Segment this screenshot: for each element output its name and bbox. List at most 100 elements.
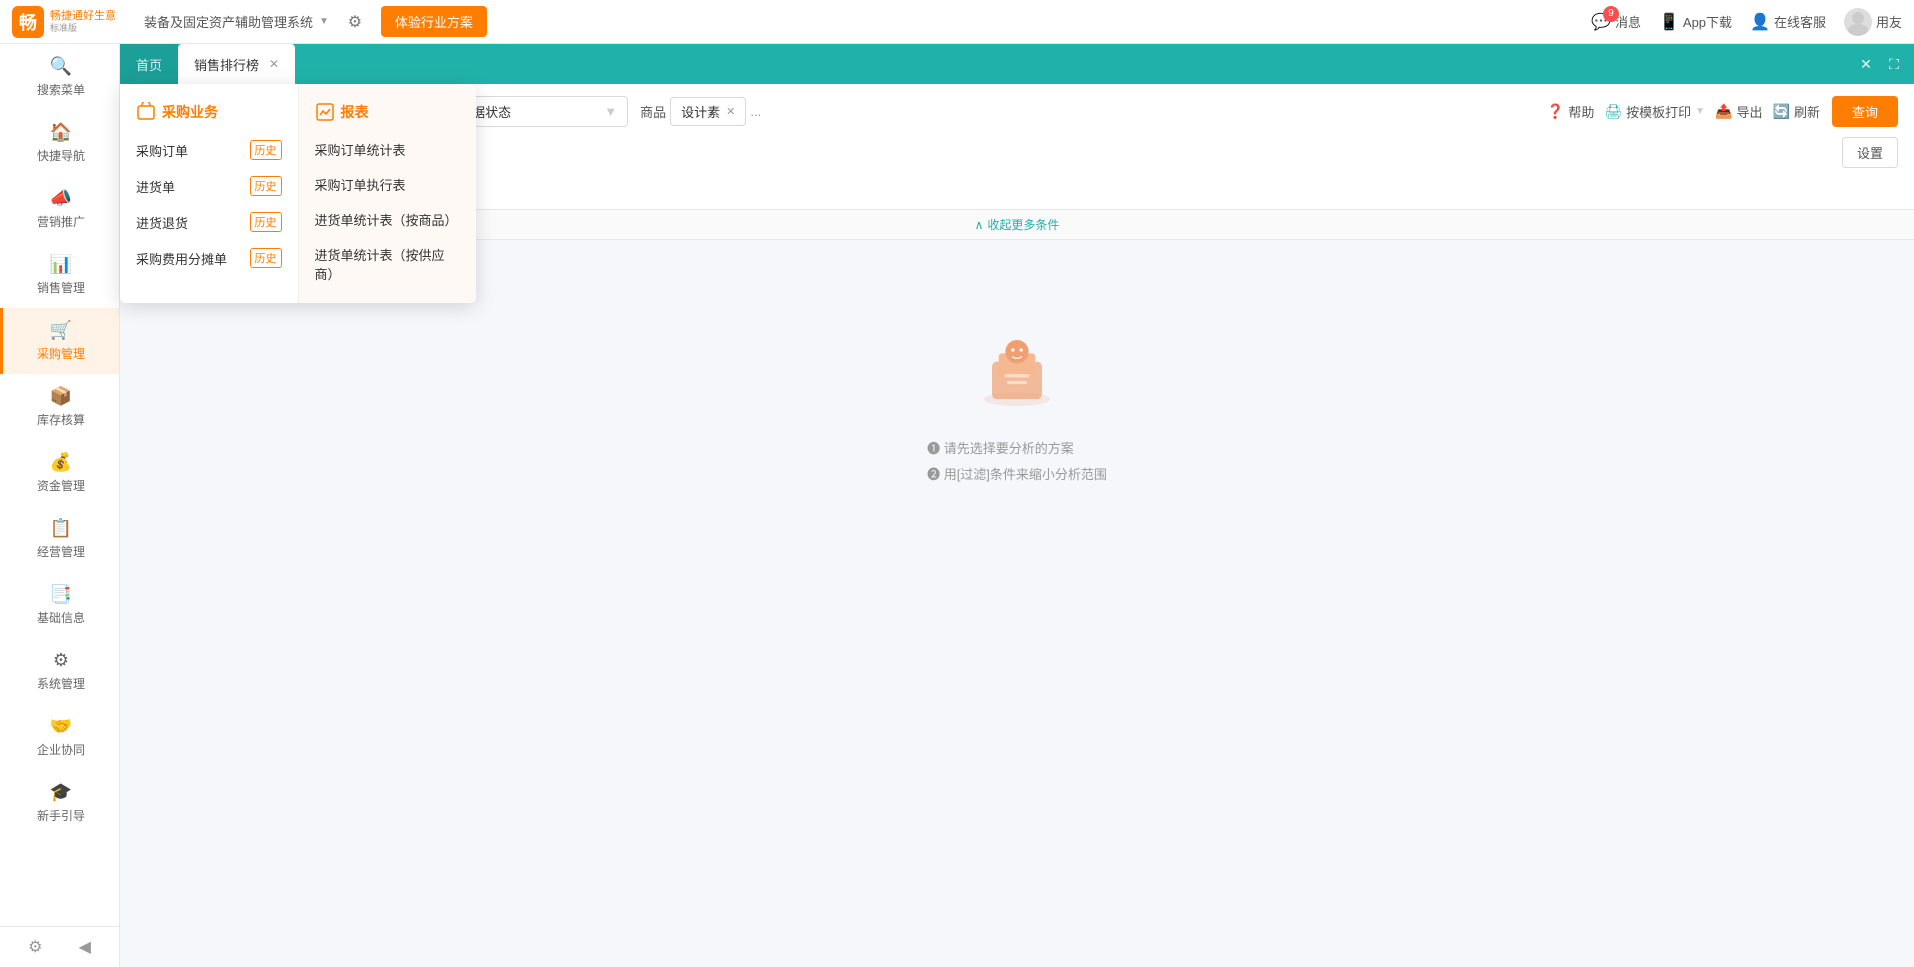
inbound-return-label: 进货退货 (136, 213, 188, 232)
dropdown-item-inbound-stats-supplier[interactable]: 进货单统计表（按供应商） (299, 237, 477, 291)
dropdown-item-order-exec[interactable]: 采购订单执行表 (299, 167, 477, 202)
order-stats-label: 采购订单统计表 (315, 140, 406, 159)
system-title-text: 装备及固定资产辅助管理系统 (144, 12, 313, 31)
tab-home[interactable]: 首页 (120, 44, 178, 84)
sidebar-collapse-btn[interactable]: ◀ (79, 937, 91, 957)
sidebar-item-quick-nav[interactable]: 🏠 快捷导航 (0, 110, 119, 176)
refresh-label: 刷新 (1794, 102, 1820, 121)
purchase-dropdown-menu: 采购业务 采购订单 历史 进货单 历史 进货退货 历史 采购费用分摊单 历史 报… (120, 84, 476, 303)
user-label: 用友 (1876, 12, 1902, 31)
settings-button[interactable]: 设置 (1842, 137, 1898, 168)
sidebar-label-enterprise: 企业协同 (37, 741, 85, 758)
report-col-icon (315, 102, 335, 122)
purchase-icon: 🛒 (50, 320, 72, 341)
toolbar-right-2: 设置 (1842, 137, 1898, 168)
query-button[interactable]: 查询 (1832, 96, 1898, 127)
logo-icon: 畅 (12, 6, 44, 38)
inventory-icon: 📦 (50, 386, 72, 407)
dropdown-item-purchase-order[interactable]: 采购订单 历史 (120, 132, 298, 168)
sidebar-item-finance[interactable]: 💰 资金管理 (0, 440, 119, 506)
marketing-icon: 📣 (50, 188, 72, 209)
sidebar-item-purchase[interactable]: 🛒 采购管理 (0, 308, 119, 374)
product-tag: 设计素 ✕ (670, 97, 746, 126)
export-button[interactable]: 📤 导出 (1715, 102, 1762, 121)
purchase-order-history: 历史 (250, 140, 282, 160)
sidebar-label-search: 搜索菜单 (37, 81, 85, 98)
product-tag-close[interactable]: ✕ (726, 105, 735, 118)
sales-icon: 📊 (50, 254, 72, 275)
tab-close-button[interactable]: ✕ (1854, 52, 1878, 76)
sidebar-settings-btn[interactable]: ⚙ (28, 937, 42, 957)
purchase-expense-label: 采购费用分摊单 (136, 249, 227, 268)
finance-icon: 💰 (50, 452, 72, 473)
help-button[interactable]: ❓ 帮助 (1547, 102, 1594, 121)
product-tag-text: 设计素 (681, 102, 720, 121)
tab-sales-rank-label: 销售排行榜 (194, 55, 259, 74)
inbound-return-history: 历史 (250, 212, 282, 232)
message-badge: 9 (1603, 6, 1619, 22)
online-service-button[interactable]: 👤 在线客服 (1750, 12, 1826, 32)
help-label: 帮助 (1568, 102, 1594, 121)
tab-close-icon[interactable]: ✕ (269, 57, 279, 71)
sidebar-item-inventory[interactable]: 📦 库存核算 (0, 374, 119, 440)
sidebar-label-system: 系统管理 (37, 675, 85, 692)
dropdown-item-purchase-expense[interactable]: 采购费用分摊单 历史 (120, 240, 298, 276)
tab-sales-rank[interactable]: 销售排行榜 ✕ (178, 44, 295, 84)
report-col-header: 报表 (299, 96, 477, 132)
system-title-arrow: ▼ (319, 16, 329, 27)
sidebar-label-operations: 经营管理 (37, 543, 85, 560)
dropdown-item-inbound-stats-product[interactable]: 进货单统计表（按商品） (299, 202, 477, 237)
inbound-label: 进货单 (136, 177, 175, 196)
purchase-col-header: 采购业务 (120, 96, 298, 132)
sidebar-label-finance: 资金管理 (37, 477, 85, 494)
export-label: 导出 (1737, 102, 1763, 121)
sidebar-label-inventory: 库存核算 (37, 411, 85, 428)
user-avatar (1844, 8, 1872, 36)
tab-bar: 首页 销售排行榜 ✕ ✕ ⛶ (120, 44, 1914, 84)
inbound-stats-product-label: 进货单统计表（按商品） (315, 210, 458, 229)
sidebar-label-sales: 销售管理 (37, 279, 85, 296)
enterprise-icon: 🤝 (50, 716, 72, 737)
app-icon: 📱 (1659, 12, 1679, 32)
sidebar-label-quick-nav: 快捷导航 (37, 147, 85, 164)
toolbar-right: ❓ 帮助 🖨 按模板打印 ▼ 📤 导出 🔄 (1547, 102, 1820, 121)
settings-icon-button[interactable]: ⚙ (341, 8, 369, 36)
dropdown-item-inbound-return[interactable]: 进货退货 历史 (120, 204, 298, 240)
logo-sub: 标准版 (50, 23, 116, 35)
sidebar-item-basics[interactable]: 📑 基础信息 (0, 572, 119, 638)
empty-tip-1: 请先选择要分析的方案 (927, 436, 1107, 462)
sidebar-item-enterprise[interactable]: 🤝 企业协同 (0, 704, 119, 770)
system-icon: ⚙ (53, 650, 69, 671)
sidebar-label-purchase: 采购管理 (37, 345, 85, 362)
guide-icon: 🎓 (50, 782, 72, 803)
industry-button[interactable]: 体验行业方案 (381, 6, 487, 37)
product-label: 商品 (640, 102, 666, 121)
refresh-icon: 🔄 (1773, 103, 1790, 120)
top-header: 畅 畅捷通好生意 标准版 装备及固定资产辅助管理系统 ▼ ⚙ 体验行业方案 💬 … (0, 0, 1914, 44)
product-more[interactable]: ... (750, 104, 761, 119)
system-title-area[interactable]: 装备及固定资产辅助管理系统 ▼ (144, 12, 329, 31)
sidebar-bottom: ⚙ ◀ (0, 926, 119, 967)
sidebar-item-guide[interactable]: 🎓 新手引导 (0, 770, 119, 836)
message-button[interactable]: 💬 9 消息 (1591, 12, 1641, 32)
service-label: 在线客服 (1774, 12, 1826, 31)
purchase-col-icon (136, 102, 156, 122)
tab-home-label: 首页 (136, 55, 162, 74)
purchase-expense-history: 历史 (250, 248, 282, 268)
sidebar-label-marketing: 营销推广 (37, 213, 85, 230)
empty-tips: 请先选择要分析的方案 用[过滤]条件来缩小分析范围 (927, 436, 1107, 488)
sidebar-item-operations[interactable]: 📋 经营管理 (0, 506, 119, 572)
print-button[interactable]: 🖨 按模板打印 ▼ (1604, 102, 1705, 121)
sidebar-item-sales[interactable]: 📊 销售管理 (0, 242, 119, 308)
sidebar-item-search[interactable]: 🔍 搜索菜单 (0, 44, 119, 110)
app-download-button[interactable]: 📱 App下载 (1659, 12, 1732, 32)
dropdown-item-order-stats[interactable]: 采购订单统计表 (299, 132, 477, 167)
tab-expand-button[interactable]: ⛶ (1882, 52, 1906, 76)
user-button[interactable]: 用友 (1844, 8, 1902, 36)
sidebar-item-marketing[interactable]: 📣 营销推广 (0, 176, 119, 242)
home-icon: 🏠 (50, 122, 72, 143)
dropdown-item-inbound[interactable]: 进货单 历史 (120, 168, 298, 204)
refresh-button[interactable]: 🔄 刷新 (1773, 102, 1820, 121)
sidebar-item-system[interactable]: ⚙ 系统管理 (0, 638, 119, 704)
empty-illustration (967, 320, 1067, 420)
